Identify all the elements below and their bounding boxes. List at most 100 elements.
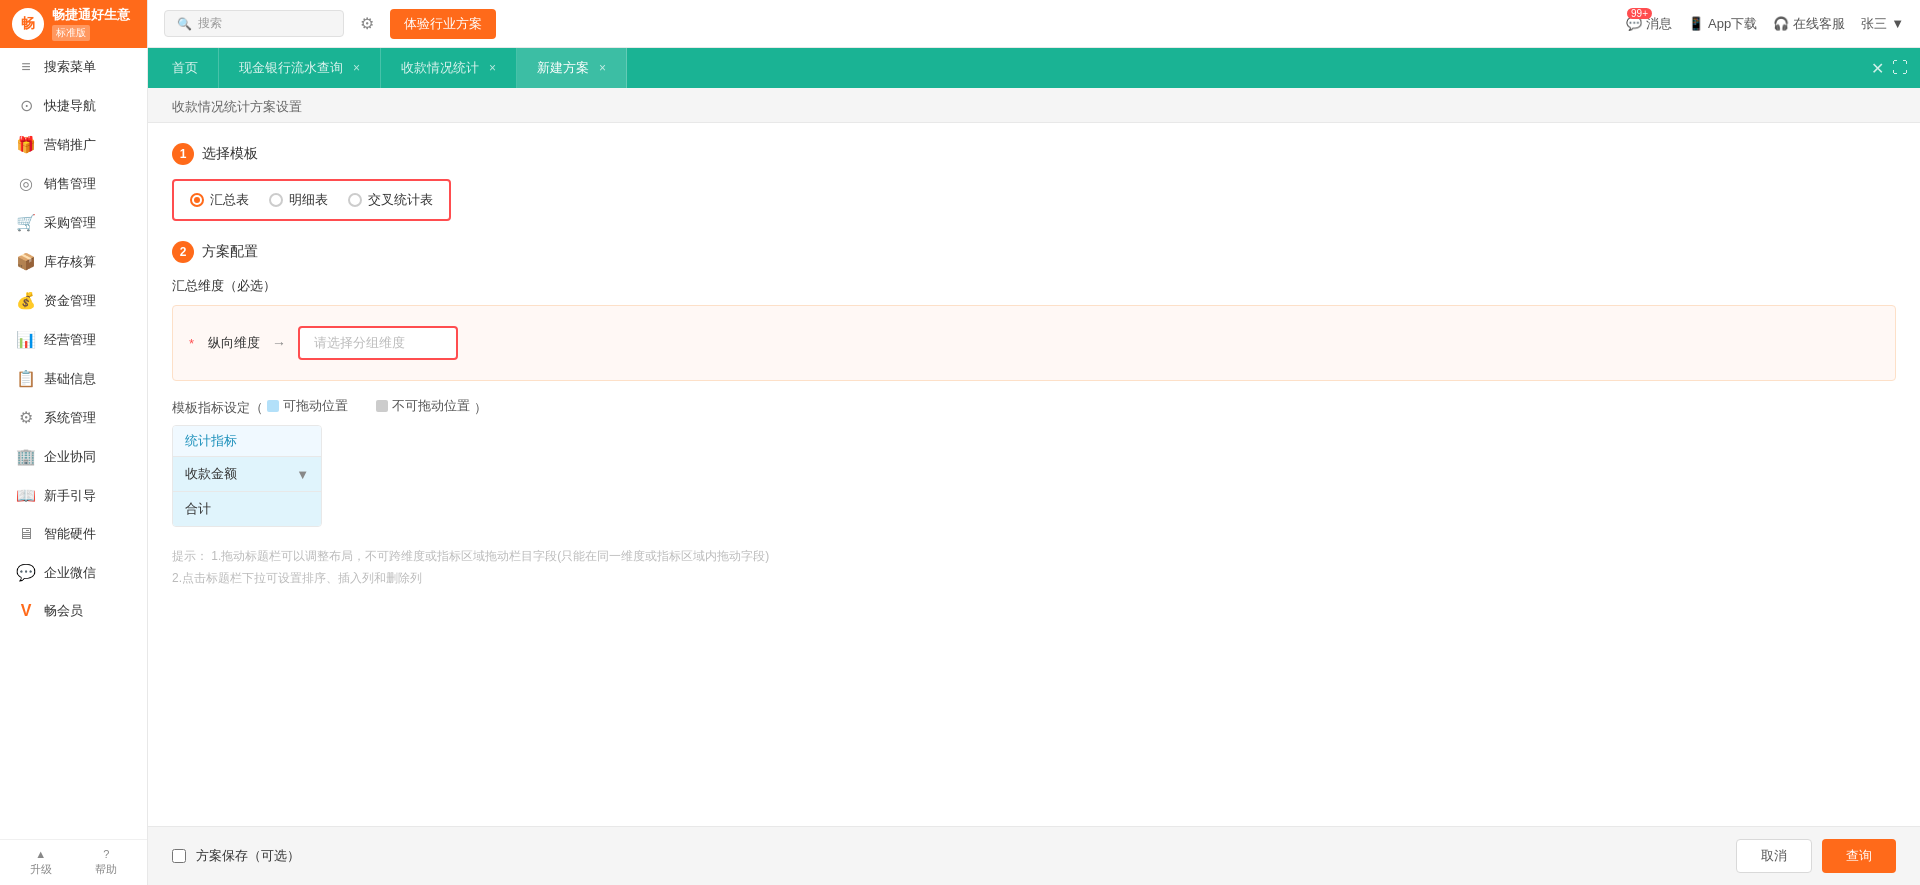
query-button[interactable]: 查询	[1822, 839, 1896, 873]
save-plan-checkbox[interactable]	[172, 849, 186, 863]
marketing-icon: 🎁	[16, 135, 36, 154]
sidebar-item-label: 销售管理	[44, 175, 96, 193]
help-btn[interactable]: ?帮助	[78, 848, 136, 877]
sidebar-item-label: 经营管理	[44, 331, 96, 349]
step1-title: 选择模板	[202, 145, 258, 163]
sidebar-item-finance[interactable]: 💰 资金管理	[0, 281, 147, 320]
topbar: 🔍 搜索 ⚙ 体验行业方案 💬 99+ 消息 📱 App下载 🎧 在线客服	[148, 0, 1920, 48]
tab-new-plan-label: 新建方案	[537, 59, 589, 77]
radio-detail[interactable]: 明细表	[269, 191, 328, 209]
sidebar-item-label: 采购管理	[44, 214, 96, 232]
quick-nav-icon: ⊙	[16, 96, 36, 115]
sidebar-item-label: 新手引导	[44, 487, 96, 505]
step1-number: 1	[172, 143, 194, 165]
tab-new-plan[interactable]: 新建方案 ×	[517, 48, 627, 88]
sidebar-item-label: 企业微信	[44, 564, 96, 582]
sidebar-item-member[interactable]: V 畅会员	[0, 592, 147, 630]
tab-cash-query[interactable]: 现金银行流水查询 ×	[219, 48, 381, 88]
content-area: 收款情况统计方案设置 1 选择模板 汇总表	[148, 88, 1920, 885]
sidebar-item-search-menu[interactable]: ≡ 搜索菜单	[0, 48, 147, 86]
tab-receipt-stats[interactable]: 收款情况统计 ×	[381, 48, 517, 88]
support-label: 在线客服	[1793, 15, 1845, 33]
sales-icon: ◎	[16, 174, 36, 193]
finance-icon: 💰	[16, 291, 36, 310]
member-icon: V	[16, 602, 36, 620]
tab-new-plan-close-icon[interactable]: ×	[599, 61, 606, 75]
enterprise-icon: 🏢	[16, 447, 36, 466]
sidebar-nav: ≡ 搜索菜单 ⊙ 快捷导航 🎁 营销推广 ◎ 销售管理 🛒 采购管理 📦 库存核…	[0, 48, 147, 839]
download-label: App下载	[1708, 15, 1757, 33]
user-chevron-icon: ▼	[1891, 16, 1904, 31]
radio-detail-btn[interactable]	[269, 193, 283, 207]
hardware-icon: 🖥	[16, 525, 36, 543]
user-item[interactable]: 张三 ▼	[1861, 15, 1904, 33]
sidebar-item-guide[interactable]: 📖 新手引导	[0, 476, 147, 515]
fixed-dot	[376, 400, 388, 412]
sidebar-item-marketing[interactable]: 🎁 营销推广	[0, 125, 147, 164]
sidebar-bottom: ▲升级 ?帮助	[0, 839, 147, 885]
radio-cross[interactable]: 交叉统计表	[348, 191, 433, 209]
sidebar-item-label: 系统管理	[44, 409, 96, 427]
metrics-cell-total-text: 合计	[185, 500, 211, 518]
save-plan-label: 方案保存（可选）	[196, 847, 300, 865]
tab-cash-query-close-icon[interactable]: ×	[353, 61, 360, 75]
trial-button[interactable]: 体验行业方案	[390, 9, 496, 39]
legend-movable: 可拖动位置	[267, 397, 348, 415]
sidebar-item-wechat[interactable]: 💬 企业微信	[0, 553, 147, 592]
metrics-table-header: 统计指标	[173, 426, 321, 457]
sidebar: 畅 畅捷通好生意 标准版 ≡ 搜索菜单 ⊙ 快捷导航 🎁 营销推广 ◎ 销售管理…	[0, 0, 148, 885]
sidebar-item-operation[interactable]: 📊 经营管理	[0, 320, 147, 359]
close-window-icon[interactable]: ✕	[1871, 59, 1884, 78]
tab-home[interactable]: 首页	[148, 48, 219, 88]
radio-summary-dot	[194, 197, 200, 203]
sidebar-item-system[interactable]: ⚙ 系统管理	[0, 398, 147, 437]
tab-home-label: 首页	[172, 59, 198, 77]
search-menu-icon: ≡	[16, 58, 36, 76]
dimension-row1: * 纵向维度 → 请选择分组维度	[189, 326, 1879, 360]
sidebar-item-sales[interactable]: ◎ 销售管理	[0, 164, 147, 203]
required-mark: *	[189, 336, 194, 351]
metrics-cell-receipt-text: 收款金额	[185, 465, 237, 483]
settings-icon[interactable]: ⚙	[360, 14, 374, 33]
download-item[interactable]: 📱 App下载	[1688, 15, 1757, 33]
sidebar-item-label: 畅会员	[44, 602, 83, 620]
radio-summary-label: 汇总表	[210, 191, 249, 209]
sidebar-item-basic-info[interactable]: 📋 基础信息	[0, 359, 147, 398]
maximize-window-icon[interactable]: ⛶	[1892, 59, 1908, 77]
support-item[interactable]: 🎧 在线客服	[1773, 15, 1845, 33]
sidebar-item-label: 企业协同	[44, 448, 96, 466]
legend-fixed-label: 不可拖动位置	[392, 397, 470, 415]
radio-cross-btn[interactable]	[348, 193, 362, 207]
sidebar-item-hardware[interactable]: 🖥 智能硬件	[0, 515, 147, 553]
sidebar-item-purchase[interactable]: 🛒 采购管理	[0, 203, 147, 242]
operation-icon: 📊	[16, 330, 36, 349]
search-bar[interactable]: 🔍 搜索	[164, 10, 344, 37]
metrics-cell-receipt[interactable]: 收款金额 ▼	[173, 457, 321, 492]
sidebar-item-enterprise[interactable]: 🏢 企业协同	[0, 437, 147, 476]
message-item[interactable]: 💬 99+ 消息	[1626, 15, 1672, 33]
sidebar-item-inventory[interactable]: 📦 库存核算	[0, 242, 147, 281]
tab-receipt-stats-close-icon[interactable]: ×	[489, 61, 496, 75]
dimension-vertical-label: 纵向维度	[208, 334, 260, 352]
radio-summary-btn[interactable]	[190, 193, 204, 207]
radio-cross-label: 交叉统计表	[368, 191, 433, 209]
tab-receipt-stats-label: 收款情况统计	[401, 59, 479, 77]
form-container: 1 选择模板 汇总表 明细表	[148, 123, 1920, 826]
search-icon: 🔍	[177, 17, 192, 31]
radio-detail-label: 明细表	[289, 191, 328, 209]
guide-icon: 📖	[16, 486, 36, 505]
sidebar-item-quick-nav[interactable]: ⊙ 快捷导航	[0, 86, 147, 125]
dropdown-chevron-icon[interactable]: ▼	[296, 467, 309, 482]
system-icon: ⚙	[16, 408, 36, 427]
step1-section: 1 选择模板 汇总表 明细表	[172, 143, 1896, 221]
upgrade-btn[interactable]: ▲升级	[12, 848, 70, 877]
dimension-dropdown[interactable]: 请选择分组维度	[298, 326, 458, 360]
radio-summary[interactable]: 汇总表	[190, 191, 249, 209]
cancel-button[interactable]: 取消	[1736, 839, 1812, 873]
template-select-group: 汇总表 明细表 交叉统计表	[172, 179, 451, 221]
step2-title: 方案配置	[202, 243, 258, 261]
footer-buttons: 取消 查询	[1736, 839, 1896, 873]
logo-name: 畅捷通好生意	[52, 7, 130, 23]
inventory-icon: 📦	[16, 252, 36, 271]
tips-section: 提示： 1.拖动标题栏可以调整布局，不可跨维度或指标区域拖动栏目字段(只能在同一…	[172, 546, 1896, 589]
